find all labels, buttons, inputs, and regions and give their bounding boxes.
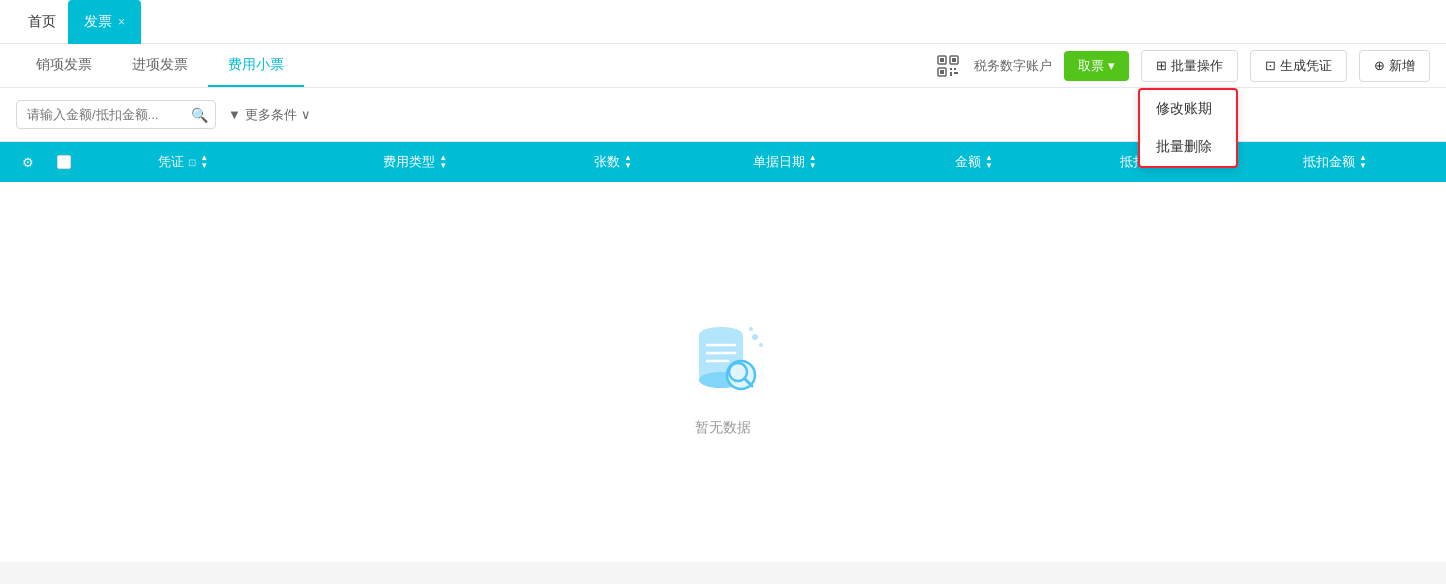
filter-icon: ▼ — [228, 107, 241, 122]
svg-rect-8 — [950, 72, 952, 76]
generate-voucher-label: 生成凭证 — [1280, 57, 1332, 75]
th-amount-label: 金额 — [955, 153, 981, 171]
tab-incoming[interactable]: 进项发票 — [112, 44, 208, 87]
gear-icon: ⚙ — [22, 155, 34, 170]
empty-state-text: 暂无数据 — [695, 419, 751, 437]
tab-expense[interactable]: 费用小票 — [208, 44, 304, 87]
top-navigation: 首页 发票 × — [0, 0, 1446, 44]
batch-operation-wrapper: ⊞ 批量操作 修改账期 批量删除 — [1141, 50, 1238, 82]
svg-rect-3 — [952, 58, 956, 62]
th-amount[interactable]: 金额 ▲▼ — [888, 153, 1060, 171]
take-ticket-arrow: ▾ — [1108, 58, 1115, 73]
home-nav-item[interactable]: 首页 — [16, 13, 68, 31]
invoice-tab-close[interactable]: × — [118, 15, 125, 29]
tab-sales[interactable]: 销项发票 — [16, 44, 112, 87]
th-expense-label: 费用类型 — [383, 153, 435, 171]
th-voucher-label: 凭证 — [158, 153, 184, 171]
generate-voucher-button[interactable]: ⊡ 生成凭证 — [1250, 50, 1347, 82]
more-conditions-arrow: ∨ — [301, 107, 311, 122]
batch-dropdown-menu: 修改账期 批量删除 — [1138, 88, 1238, 168]
svg-rect-9 — [954, 72, 958, 74]
th-deduct-sort[interactable]: ▲▼ — [1359, 154, 1367, 170]
sub-tabs-bar: 销项发票 进项发票 费用小票 税务数字账户 取票 — [0, 44, 1446, 88]
th-gear[interactable]: ⚙ — [8, 155, 48, 170]
toolbar-right: 税务数字账户 取票 ▾ ⊞ 批量操作 修改账期 批量删除 ⊡ 生成凭证 ⊕ 新增 — [934, 50, 1430, 82]
svg-point-21 — [749, 327, 753, 331]
modify-period-item[interactable]: 修改账期 — [1140, 90, 1236, 128]
generate-voucher-icon: ⊡ — [1265, 58, 1276, 73]
take-ticket-label: 取票 — [1078, 57, 1104, 75]
search-input[interactable] — [16, 100, 216, 129]
th-expense-sort[interactable]: ▲▼ — [439, 154, 447, 170]
tax-digital-label[interactable]: 税务数字账户 — [974, 57, 1052, 75]
th-amount-sort[interactable]: ▲▼ — [985, 154, 993, 170]
search-wrap: 🔍 — [16, 100, 216, 129]
more-conditions-label: 更多条件 — [245, 106, 297, 124]
svg-point-19 — [752, 334, 758, 340]
invoice-tab[interactable]: 发票 × — [68, 0, 141, 44]
th-deduct-amount[interactable]: 抵扣金额 ▲▼ — [1232, 153, 1438, 171]
th-date-sort[interactable]: ▲▼ — [809, 154, 817, 170]
empty-state-icon — [673, 307, 773, 407]
batch-icon: ⊞ — [1156, 58, 1167, 73]
more-conditions-button[interactable]: ▼ 更多条件 ∨ — [228, 106, 311, 124]
th-date[interactable]: 单据日期 ▲▼ — [682, 153, 888, 171]
th-count[interactable]: 张数 ▲▼ — [544, 153, 682, 171]
svg-point-20 — [759, 343, 763, 347]
add-icon: ⊕ — [1374, 58, 1385, 73]
add-button[interactable]: ⊕ 新增 — [1359, 50, 1430, 82]
svg-rect-6 — [950, 68, 952, 70]
th-voucher-sort[interactable]: ▲▼ — [200, 154, 208, 170]
th-deduct-label: 抵扣金额 — [1303, 153, 1355, 171]
th-expense-type[interactable]: 费用类型 ▲▼ — [286, 153, 544, 171]
sub-tabs-left: 销项发票 进项发票 费用小票 — [16, 44, 304, 87]
search-icon[interactable]: 🔍 — [191, 107, 208, 123]
th-voucher-icon: ⊡ — [188, 157, 196, 168]
batch-label: 批量操作 — [1171, 57, 1223, 75]
take-ticket-button[interactable]: 取票 ▾ — [1064, 51, 1129, 81]
th-count-label: 张数 — [594, 153, 620, 171]
main-content: 暂无数据 — [0, 182, 1446, 562]
invoice-tab-label: 发票 — [84, 13, 112, 31]
select-all-checkbox[interactable] — [57, 155, 71, 169]
qr-icon[interactable] — [934, 52, 962, 80]
th-date-label: 单据日期 — [753, 153, 805, 171]
th-voucher[interactable]: 凭证 ⊡ ▲▼ — [80, 153, 286, 171]
batch-operation-button[interactable]: ⊞ 批量操作 — [1141, 50, 1238, 82]
th-count-sort[interactable]: ▲▼ — [624, 154, 632, 170]
svg-rect-1 — [940, 58, 944, 62]
th-check[interactable] — [48, 155, 80, 169]
add-label: 新增 — [1389, 57, 1415, 75]
svg-rect-7 — [954, 68, 956, 70]
svg-rect-5 — [940, 70, 944, 74]
batch-delete-item[interactable]: 批量删除 — [1140, 128, 1236, 166]
